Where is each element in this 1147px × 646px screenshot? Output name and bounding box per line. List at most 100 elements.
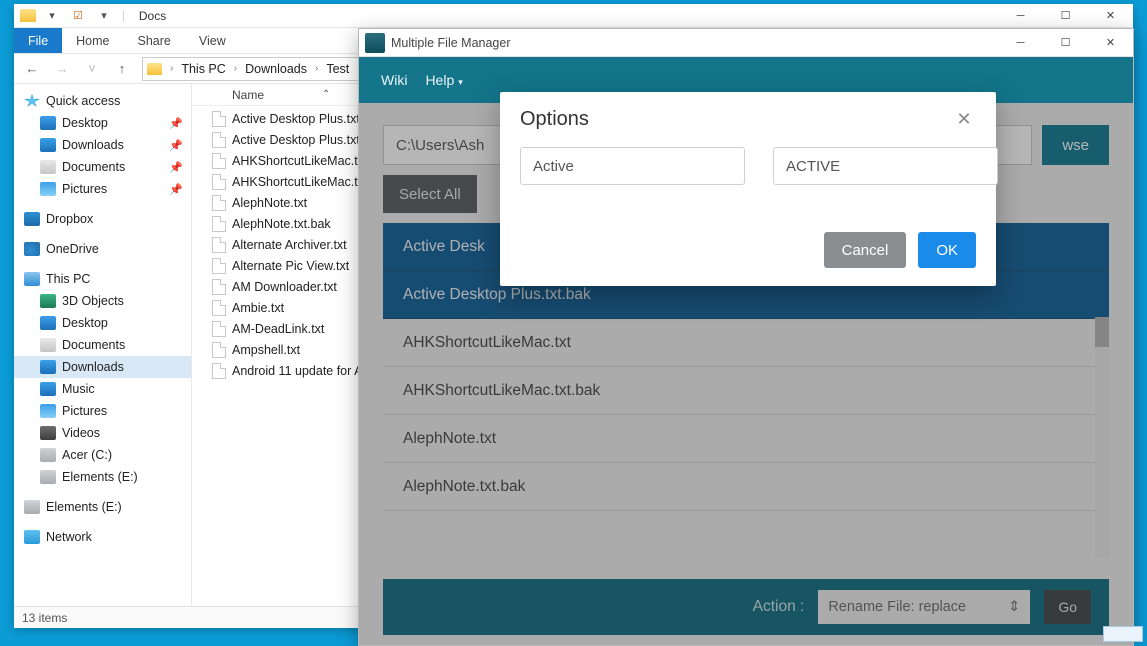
share-tab[interactable]: Share bbox=[124, 28, 185, 53]
replace-input[interactable] bbox=[773, 147, 998, 185]
back-button[interactable]: ← bbox=[22, 61, 42, 76]
find-input[interactable] bbox=[520, 147, 745, 185]
file-name[interactable]: Alternate Archiver.txt bbox=[232, 238, 347, 252]
sidebar-elements-e[interactable]: Elements (E:) bbox=[14, 466, 191, 488]
sidebar-videos[interactable]: Videos bbox=[14, 422, 191, 444]
taskbar-tray[interactable] bbox=[1103, 626, 1143, 642]
documents-icon bbox=[40, 160, 56, 174]
crumb-test[interactable]: Test bbox=[326, 62, 349, 76]
sidebar-3d-objects[interactable]: 3D Objects bbox=[14, 290, 191, 312]
3d-icon bbox=[40, 294, 56, 308]
file-icon bbox=[212, 279, 226, 295]
file-name[interactable]: Alternate Pic View.txt bbox=[232, 259, 349, 273]
file-icon bbox=[212, 216, 226, 232]
close-button[interactable]: ✕ bbox=[1088, 31, 1133, 55]
sidebar-acer-c[interactable]: Acer (C:) bbox=[14, 444, 191, 466]
navigation-pane: Quick access Desktop📌 Downloads📌 Documen… bbox=[14, 84, 192, 606]
sidebar-downloads-2[interactable]: Downloads bbox=[14, 356, 191, 378]
label: Music bbox=[62, 382, 95, 396]
sidebar-documents-2[interactable]: Documents bbox=[14, 334, 191, 356]
qat-dropdown-2[interactable]: ▾ bbox=[94, 6, 114, 26]
dropbox-icon bbox=[24, 212, 40, 226]
videos-icon bbox=[40, 426, 56, 440]
sidebar-pictures-2[interactable]: Pictures bbox=[14, 400, 191, 422]
drive-icon bbox=[40, 448, 56, 462]
file-name[interactable]: AHKShortcutLikeMac.txt bbox=[232, 154, 367, 168]
sidebar-network[interactable]: Network bbox=[14, 526, 191, 548]
file-name[interactable]: AlephNote.txt.bak bbox=[232, 217, 331, 231]
label: Dropbox bbox=[46, 212, 93, 226]
breadcrumb[interactable]: › This PC › Downloads › Test › D bbox=[142, 57, 383, 81]
minimize-button[interactable]: ─ bbox=[998, 31, 1043, 55]
window-title: Docs bbox=[139, 9, 166, 23]
minimize-button[interactable]: ─ bbox=[998, 4, 1043, 28]
label: Videos bbox=[62, 426, 100, 440]
maximize-button[interactable]: ☐ bbox=[1043, 4, 1088, 28]
drive-icon bbox=[40, 470, 56, 484]
forward-button[interactable]: → bbox=[52, 61, 72, 76]
chevron-down-icon: ▾ bbox=[458, 77, 463, 87]
star-icon bbox=[24, 94, 40, 108]
file-name[interactable]: AlephNote.txt bbox=[232, 196, 307, 210]
download-icon bbox=[40, 360, 56, 374]
sidebar-elements-e-2[interactable]: Elements (E:) bbox=[14, 496, 191, 518]
file-icon bbox=[212, 258, 226, 274]
desktop-icon bbox=[40, 116, 56, 130]
ok-button[interactable]: OK bbox=[918, 232, 976, 268]
sidebar-documents[interactable]: Documents📌 bbox=[14, 156, 191, 178]
label: Elements (E:) bbox=[62, 470, 138, 484]
qat-dropdown[interactable]: ▾ bbox=[42, 6, 62, 26]
file-name[interactable]: Ambie.txt bbox=[232, 301, 284, 315]
crumb-downloads[interactable]: Downloads bbox=[245, 62, 307, 76]
window-title: Multiple File Manager bbox=[391, 36, 511, 50]
menu-wiki[interactable]: Wiki bbox=[381, 72, 407, 88]
cancel-button[interactable]: Cancel bbox=[824, 232, 907, 268]
close-button[interactable]: ✕ bbox=[1088, 4, 1133, 28]
chevron-right-icon: › bbox=[170, 63, 173, 74]
view-tab[interactable]: View bbox=[185, 28, 240, 53]
documents-icon bbox=[40, 338, 56, 352]
file-name[interactable]: AM-DeadLink.txt bbox=[232, 322, 324, 336]
label: This PC bbox=[46, 272, 90, 286]
sidebar-desktop-2[interactable]: Desktop bbox=[14, 312, 191, 334]
sidebar-dropbox[interactable]: Dropbox bbox=[14, 208, 191, 230]
download-icon bbox=[40, 138, 56, 152]
sort-indicator-icon: ⌃ bbox=[322, 89, 330, 100]
home-tab[interactable]: Home bbox=[62, 28, 123, 53]
label: Downloads bbox=[62, 138, 124, 152]
sidebar-pictures[interactable]: Pictures📌 bbox=[14, 178, 191, 200]
sidebar-downloads[interactable]: Downloads📌 bbox=[14, 134, 191, 156]
label: Documents bbox=[62, 160, 125, 174]
recent-dropdown[interactable]: ˅ bbox=[82, 61, 102, 76]
pictures-icon bbox=[40, 404, 56, 418]
sidebar-onedrive[interactable]: OneDrive bbox=[14, 238, 191, 260]
crumb-this-pc[interactable]: This PC bbox=[181, 62, 225, 76]
label: OneDrive bbox=[46, 242, 99, 256]
file-icon bbox=[212, 174, 226, 190]
label: Quick access bbox=[46, 94, 120, 108]
folder-icon bbox=[20, 9, 36, 22]
sidebar-this-pc[interactable]: This PC bbox=[14, 268, 191, 290]
mfm-titlebar[interactable]: Multiple File Manager ─ ☐ ✕ bbox=[359, 29, 1133, 57]
file-tab[interactable]: File bbox=[14, 28, 62, 53]
up-button[interactable]: ↑ bbox=[112, 61, 132, 76]
file-name[interactable]: Ampshell.txt bbox=[232, 343, 300, 357]
pc-icon bbox=[24, 272, 40, 286]
file-icon bbox=[212, 363, 226, 379]
qat-checkbox[interactable]: ☑ bbox=[68, 6, 88, 26]
file-name[interactable]: Active Desktop Plus.txt bbox=[232, 112, 360, 126]
file-name[interactable]: AM Downloader.txt bbox=[232, 280, 337, 294]
maximize-button[interactable]: ☐ bbox=[1043, 31, 1088, 55]
file-icon bbox=[212, 195, 226, 211]
label: Network bbox=[46, 530, 92, 544]
label: Name bbox=[232, 88, 264, 102]
sidebar-music[interactable]: Music bbox=[14, 378, 191, 400]
sidebar-desktop[interactable]: Desktop📌 bbox=[14, 112, 191, 134]
label: Documents bbox=[62, 338, 125, 352]
close-button[interactable]: ✕ bbox=[952, 109, 976, 130]
app-icon bbox=[365, 33, 385, 53]
explorer-titlebar[interactable]: ▾ ☑ ▾ | Docs ─ ☐ ✕ bbox=[14, 4, 1133, 28]
file-icon bbox=[212, 111, 226, 127]
menu-help[interactable]: Help▾ bbox=[425, 72, 462, 88]
sidebar-quick-access[interactable]: Quick access bbox=[14, 90, 191, 112]
